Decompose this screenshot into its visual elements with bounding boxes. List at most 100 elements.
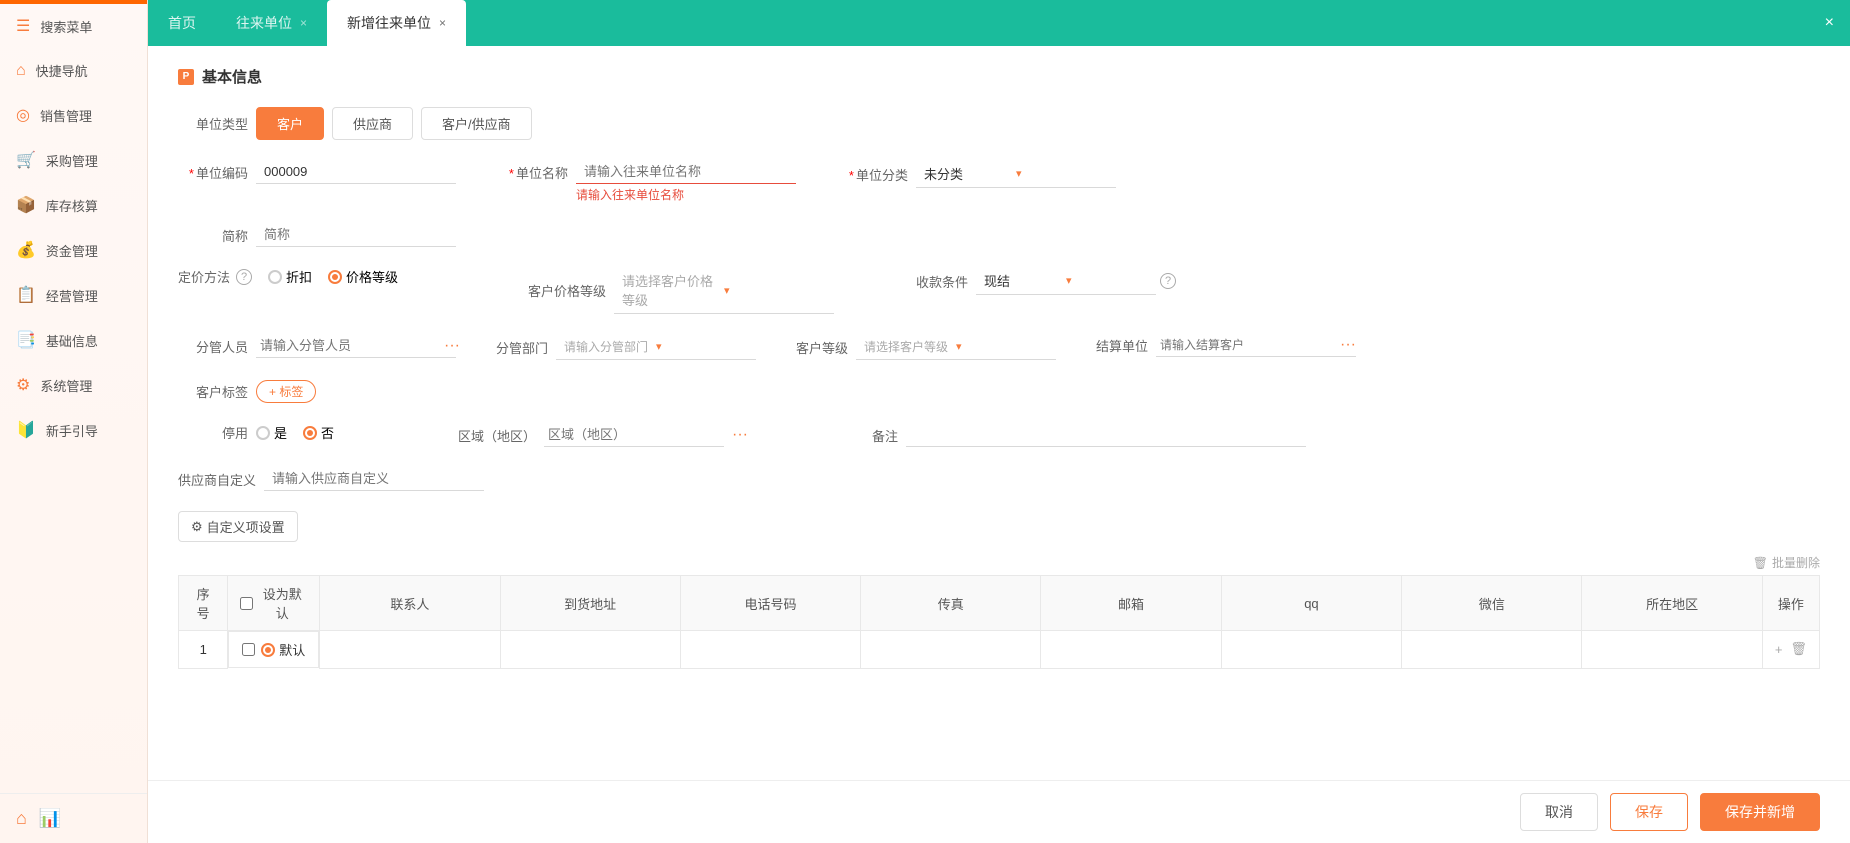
phone-input[interactable] — [693, 642, 848, 657]
supervisor-more-btn[interactable]: ··· — [444, 337, 460, 355]
add-tag-button[interactable]: + 标签 — [256, 380, 316, 403]
remark-input[interactable] — [906, 423, 1306, 447]
region-input[interactable] — [544, 423, 728, 446]
row-default-label: 默认 — [279, 640, 305, 659]
system-mgmt-icon: ⚙ — [16, 375, 30, 395]
customer-price-level-select[interactable]: 请选择客户价格等级 ▾ — [614, 267, 834, 314]
region-input-cell[interactable] — [1594, 642, 1749, 657]
cell-op: + 🗑 — [1762, 631, 1819, 669]
sidebar-item-basic-info[interactable]: 📑 基础信息 — [0, 318, 147, 363]
unit-code-group: 单位编码 — [178, 160, 498, 184]
pricing-radio-price-level[interactable]: 价格等级 — [328, 267, 398, 286]
row-delete-btn[interactable]: 🗑 — [1790, 641, 1807, 657]
customer-price-level-group: 客户价格等级 请选择客户价格等级 ▾ — [528, 267, 868, 314]
short-name-input[interactable] — [256, 223, 456, 247]
type-btn-both[interactable]: 客户/供应商 — [421, 107, 532, 140]
disabled-radio-no-label: 否 — [321, 423, 334, 442]
sidebar-item-new-guide[interactable]: 🔰 新手引导 — [0, 408, 147, 453]
settlement-unit-more-btn[interactable]: ··· — [1340, 336, 1356, 354]
tab-new-partner-close[interactable]: × — [439, 16, 446, 30]
sidebar-item-operation-mgmt[interactable]: 📋 经营管理 — [0, 273, 147, 318]
type-btn-supplier[interactable]: 供应商 — [332, 107, 413, 140]
sidebar-item-label: 基础信息 — [46, 331, 98, 350]
sidebar-item-label: 库存核算 — [46, 196, 98, 215]
cell-contact[interactable] — [320, 631, 500, 669]
unit-code-input[interactable] — [256, 160, 456, 184]
email-input[interactable] — [1053, 642, 1208, 657]
col-default-checkbox[interactable] — [240, 597, 253, 610]
col-email: 邮箱 — [1041, 576, 1221, 631]
tab-partners-label: 往来单位 — [236, 13, 292, 33]
tab-partners[interactable]: 往来单位 × — [216, 0, 327, 46]
sidebar-item-system-mgmt[interactable]: ⚙ 系统管理 — [0, 363, 147, 408]
new-guide-icon: 🔰 — [16, 420, 36, 440]
cell-phone[interactable] — [680, 631, 860, 669]
fax-input[interactable] — [873, 642, 1028, 657]
payment-condition-label: 收款条件 — [898, 272, 968, 291]
row-checkbox[interactable] — [242, 643, 255, 656]
supervisor-group: 分管人员 ··· — [178, 334, 458, 358]
pricing-radio-price-level-label: 价格等级 — [346, 267, 398, 286]
row-add-btn[interactable]: + — [1775, 642, 1783, 657]
disabled-radio-yes[interactable]: 是 — [256, 423, 287, 442]
cell-email[interactable] — [1041, 631, 1221, 669]
sidebar-item-search-menu[interactable]: ☰ 搜索菜单 — [0, 4, 147, 49]
disabled-radio-group: 是 否 — [256, 423, 334, 442]
pricing-help-icon[interactable]: ? — [236, 269, 252, 285]
sidebar-item-purchase-mgmt[interactable]: 🛒 采购管理 — [0, 138, 147, 183]
supervisor-input[interactable] — [256, 334, 440, 357]
sidebar-item-label: 资金管理 — [46, 241, 98, 260]
tab-new-partner[interactable]: 新增往来单位 × — [327, 0, 466, 46]
sidebar-item-inventory[interactable]: 📦 库存核算 — [0, 183, 147, 228]
save-new-button[interactable]: 保存并新增 — [1700, 793, 1820, 831]
cell-wechat[interactable] — [1402, 631, 1582, 669]
batch-delete-btn[interactable]: 🗑 批量删除 — [178, 554, 1820, 571]
tab-home[interactable]: 首页 — [148, 0, 216, 46]
address-input[interactable] — [513, 642, 668, 657]
supplier-custom-input[interactable] — [264, 467, 484, 491]
sidebar-item-label: 采购管理 — [46, 151, 98, 170]
cell-fax[interactable] — [861, 631, 1041, 669]
region-more-btn[interactable]: ··· — [732, 426, 748, 444]
close-all-button[interactable]: × — [1809, 14, 1850, 32]
customize-btn[interactable]: ⚙ 自定义项设置 — [178, 511, 298, 542]
unit-name-group: 单位名称 请输入往来单位名称 — [498, 160, 838, 203]
sidebar-bottom[interactable]: ⌂ 📊 — [0, 793, 147, 843]
pricing-radio-discount[interactable]: 折扣 — [268, 267, 312, 286]
unit-category-select[interactable]: 未分类 ▾ — [916, 160, 1116, 188]
disabled-radio-yes-outer — [256, 426, 270, 440]
disabled-row: 停用 是 否 区域（地区） — [178, 423, 1820, 447]
qq-input[interactable] — [1234, 642, 1389, 657]
sidebar-item-quick-nav[interactable]: ⌂ 快捷导航 — [0, 49, 147, 93]
dept-select[interactable]: 请输入分管部门 ▾ — [556, 334, 756, 360]
contact-input[interactable] — [332, 642, 487, 657]
wechat-input[interactable] — [1414, 642, 1569, 657]
customer-level-label: 客户等级 — [778, 338, 848, 357]
customer-level-select[interactable]: 请选择客户等级 ▾ — [856, 334, 1056, 360]
section-header: P 基本信息 — [178, 66, 1820, 87]
save-button[interactable]: 保存 — [1610, 793, 1688, 831]
cell-address[interactable] — [500, 631, 680, 669]
cell-region[interactable] — [1582, 631, 1762, 669]
payment-help-icon[interactable]: ? — [1160, 273, 1176, 289]
cell-qq[interactable] — [1221, 631, 1401, 669]
payment-condition-select[interactable]: 现结 ▾ — [976, 267, 1156, 295]
supervisor-input-wrapper: ··· — [256, 334, 456, 358]
disabled-radio-no[interactable]: 否 — [303, 423, 334, 442]
remark-label: 备注 — [828, 426, 898, 445]
tab-partners-close[interactable]: × — [300, 16, 307, 30]
sidebar-item-finance-mgmt[interactable]: 💰 资金管理 — [0, 228, 147, 273]
purchase-mgmt-icon: 🛒 — [16, 150, 36, 170]
row-default-radio[interactable]: 默认 — [261, 640, 305, 659]
row-default-radio-inner — [265, 647, 271, 653]
unit-name-input[interactable] — [576, 160, 796, 184]
type-btn-customer[interactable]: 客户 — [256, 107, 324, 140]
sidebar-item-sales-mgmt[interactable]: ◎ 销售管理 — [0, 93, 147, 138]
settlement-unit-input[interactable] — [1156, 334, 1336, 356]
customer-level-placeholder: 请选择客户等级 — [864, 338, 956, 355]
sales-mgmt-icon: ◎ — [16, 105, 30, 125]
bottom-icon2: 📊 — [39, 808, 61, 829]
unit-category-group: 单位分类 未分类 ▾ — [838, 160, 1118, 188]
cancel-button[interactable]: 取消 — [1520, 793, 1598, 831]
operation-mgmt-icon: 📋 — [16, 285, 36, 305]
